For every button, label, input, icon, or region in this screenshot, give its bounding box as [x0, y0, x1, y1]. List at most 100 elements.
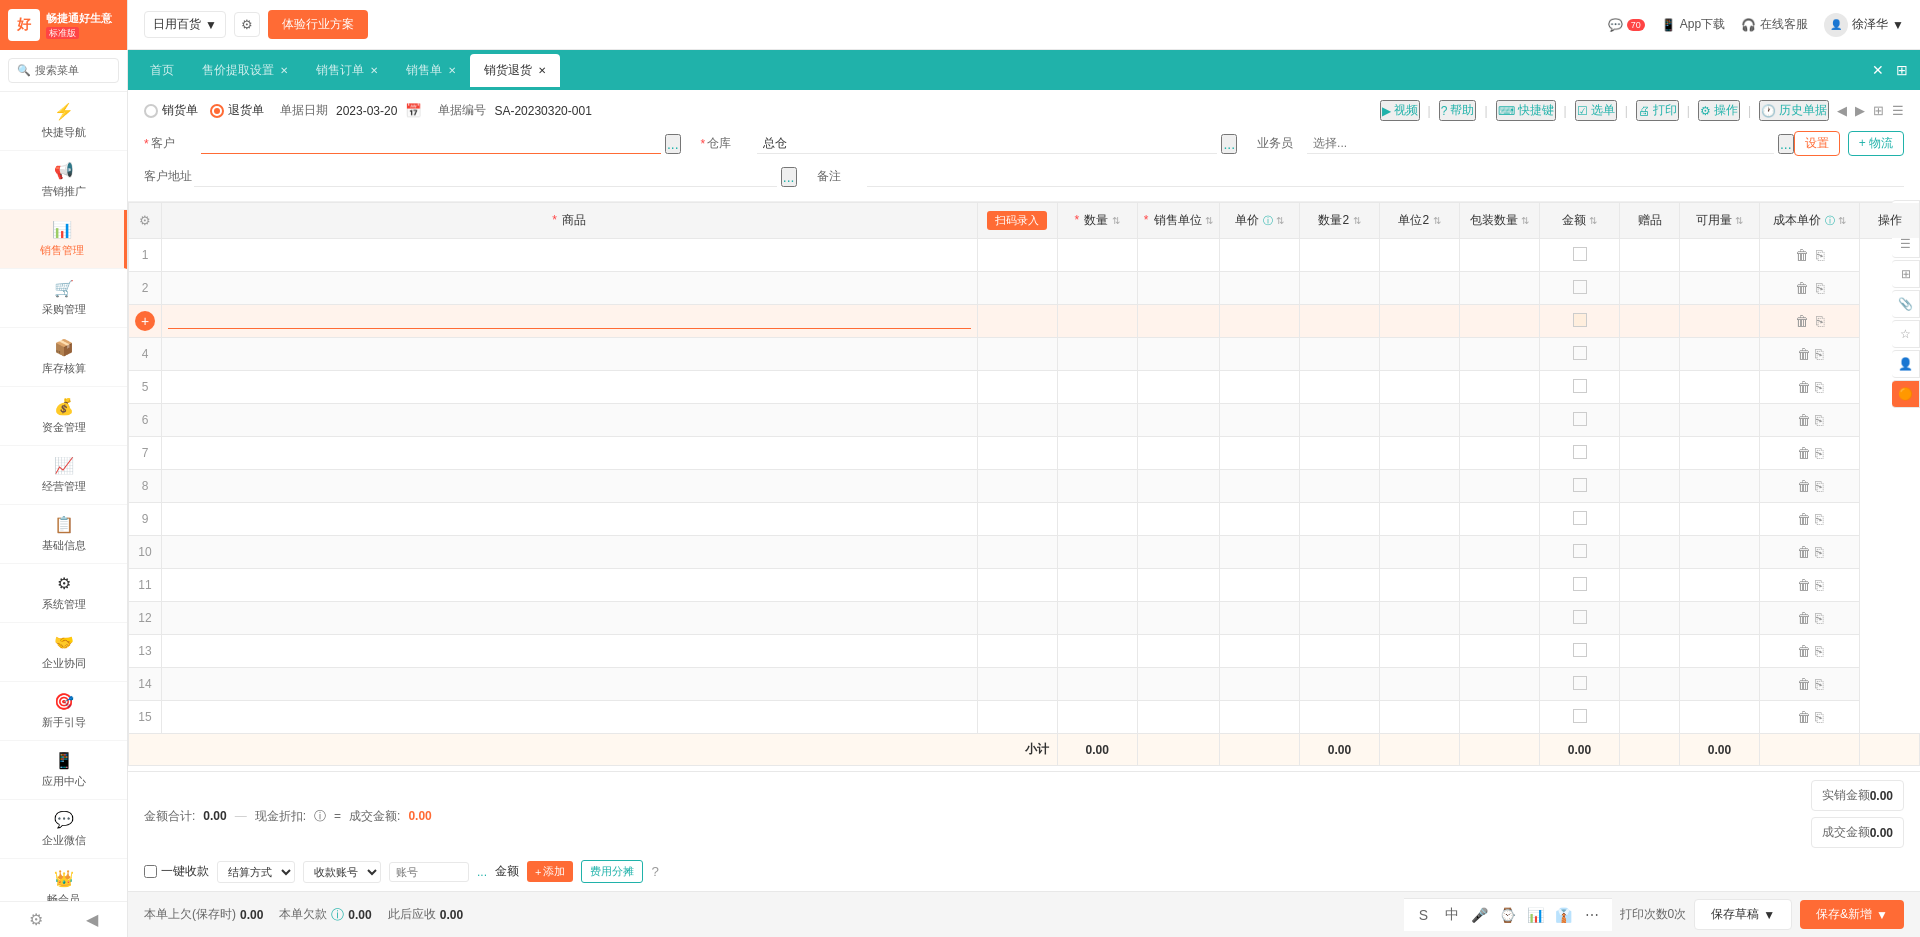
copy-row-14-btn[interactable]: ⎘	[1813, 674, 1825, 694]
history-action-btn[interactable]: 🕐 历史单据	[1759, 100, 1829, 121]
gift-checkbox-11[interactable]	[1573, 577, 1587, 591]
pkg-sort-icon[interactable]: ⇅	[1521, 215, 1529, 226]
amount-cell-2[interactable]	[1460, 272, 1540, 305]
copy-row-6-btn[interactable]: ⎘	[1813, 410, 1825, 430]
goods-cell-1[interactable]	[162, 239, 978, 272]
float-active-btn[interactable]: 🟠	[1892, 380, 1920, 408]
settings-btn[interactable]: 设置	[1794, 131, 1840, 156]
delete-row-1-btn[interactable]: 🗑	[1793, 245, 1811, 265]
goods-cell-3[interactable]	[162, 305, 978, 338]
taskbar-icon-3[interactable]: 🎤	[1468, 903, 1492, 927]
help-action-btn[interactable]: ? 帮助	[1439, 100, 1477, 121]
taskbar-icon-2[interactable]: 中	[1440, 903, 1464, 927]
gift-checkbox-1[interactable]	[1573, 247, 1587, 261]
app-download-btn[interactable]: 📱 App下载	[1661, 16, 1725, 33]
payment-help-btn[interactable]: ?	[651, 864, 658, 879]
taskbar-icon-4[interactable]: ⌚	[1496, 903, 1520, 927]
tab-close-sales[interactable]: ✕	[448, 65, 456, 76]
select-action-btn[interactable]: ☑ 选单	[1575, 100, 1617, 121]
amount-cell-3[interactable]	[1460, 305, 1540, 338]
delete-row-11-btn[interactable]: 🗑	[1795, 575, 1813, 595]
gift-checkbox-6[interactable]	[1573, 412, 1587, 426]
copy-row-13-btn[interactable]: ⎘	[1813, 641, 1825, 661]
tab-home[interactable]: 首页	[136, 54, 188, 87]
logistics-btn[interactable]: + 物流	[1848, 131, 1904, 156]
unit2-cell-3[interactable]	[1300, 305, 1380, 338]
taskbar-icon-5[interactable]: 📊	[1524, 903, 1548, 927]
gift-checkbox-2[interactable]	[1573, 280, 1587, 294]
return-bill-radio[interactable]: 退货单	[210, 102, 264, 119]
shortcut-action-btn[interactable]: ⌨ 快捷键	[1496, 100, 1556, 121]
tab-expand-btn[interactable]: ⊞	[1892, 60, 1912, 80]
copy-row-10-btn[interactable]: ⎘	[1813, 542, 1825, 562]
sidebar-item-purchase[interactable]: 🛒 采购管理	[0, 269, 127, 328]
account-number-input[interactable]	[389, 862, 469, 882]
goods-input-1[interactable]	[168, 248, 971, 263]
qty2-sort-icon[interactable]: ⇅	[1353, 215, 1361, 226]
delete-row-3-btn[interactable]: 🗑	[1793, 311, 1811, 331]
pkg-qty-cell-3[interactable]	[1380, 305, 1460, 338]
settlement-method-select[interactable]: 结算方式	[217, 861, 295, 883]
price-info-icon[interactable]: ⓘ	[1263, 215, 1273, 226]
sales-unit-cell-1[interactable]	[1057, 239, 1137, 272]
unit-price-cell-3[interactable]	[1137, 305, 1219, 338]
sidebar-item-apps[interactable]: 📱 应用中心	[0, 741, 127, 800]
gift-checkbox-3[interactable]	[1573, 313, 1587, 327]
sidebar-item-shortcut[interactable]: ⚡ 快捷导航	[0, 92, 127, 151]
delete-row-10-btn[interactable]: 🗑	[1795, 542, 1813, 562]
warehouse-select-btn[interactable]: ...	[1221, 134, 1237, 154]
sidebar-item-inventory[interactable]: 📦 库存核算	[0, 328, 127, 387]
delete-row-7-btn[interactable]: 🗑	[1795, 443, 1813, 463]
tab-close-all-btn[interactable]: ✕	[1868, 60, 1888, 80]
customer-input[interactable]	[201, 133, 661, 154]
date-picker-btn[interactable]: 📅	[405, 103, 422, 118]
customer-select-btn[interactable]: ...	[665, 134, 681, 154]
experience-btn[interactable]: 体验行业方案	[268, 10, 368, 39]
pkg-qty-cell-1[interactable]	[1380, 239, 1460, 272]
remarks-input[interactable]	[867, 166, 1905, 187]
amount-sort-icon[interactable]: ⇅	[1589, 215, 1597, 226]
sales-unit-cell-3[interactable]	[1057, 305, 1137, 338]
save-draft-btn[interactable]: 保存草稿 ▼	[1694, 899, 1792, 930]
gift-checkbox-9[interactable]	[1573, 511, 1587, 525]
delete-row-8-btn[interactable]: 🗑	[1795, 476, 1813, 496]
address-input[interactable]	[194, 166, 777, 187]
sidebar-item-operations[interactable]: 📈 经营管理	[0, 446, 127, 505]
available-sort-icon[interactable]: ⇅	[1735, 215, 1743, 226]
settings-gear-btn[interactable]: ⚙	[234, 12, 260, 37]
copy-row-15-btn[interactable]: ⎘	[1813, 707, 1825, 727]
qty-cell-3[interactable]	[977, 305, 1057, 338]
gift-checkbox-10[interactable]	[1573, 544, 1587, 558]
copy-row-3-btn[interactable]: ⎘	[1814, 311, 1826, 331]
copy-row-9-btn[interactable]: ⎘	[1813, 509, 1825, 529]
address-select-btn[interactable]: ...	[781, 167, 797, 187]
account-method-select[interactable]: 收款账号	[303, 861, 381, 883]
cost-info-icon[interactable]: ⓘ	[1825, 215, 1835, 226]
goods-cell-2[interactable]	[162, 272, 978, 305]
copy-row-2-btn[interactable]: ⎘	[1814, 278, 1826, 298]
taskbar-icon-7[interactable]: ⋯	[1580, 903, 1604, 927]
sales-unit-cell-2[interactable]	[1057, 272, 1137, 305]
print-action-btn[interactable]: 🖨 打印	[1636, 100, 1679, 121]
fee-split-btn[interactable]: 费用分摊	[581, 860, 643, 883]
sidebar-item-guide[interactable]: 🎯 新手引导	[0, 682, 127, 741]
float-expand-btn[interactable]: ⊞	[1892, 260, 1920, 288]
nav-next-btn[interactable]: ▶	[1855, 103, 1865, 118]
delete-row-2-btn[interactable]: 🗑	[1793, 278, 1811, 298]
gift-checkbox-14[interactable]	[1573, 676, 1587, 690]
cost-sort-icon[interactable]: ⇅	[1838, 215, 1846, 226]
delete-row-13-btn[interactable]: 🗑	[1795, 641, 1813, 661]
add-payment-btn[interactable]: + 添加	[527, 861, 573, 882]
cost-unit-cell-1[interactable]	[1680, 239, 1760, 272]
delete-row-4-btn[interactable]: 🗑	[1795, 344, 1813, 364]
unit2-sort-icon[interactable]: ⇅	[1433, 215, 1441, 226]
unit-price-cell-1[interactable]	[1137, 239, 1219, 272]
sidebar-collapse-btn[interactable]: ◀	[86, 910, 98, 929]
unit-price-cell-2[interactable]	[1137, 272, 1219, 305]
copy-row-8-btn[interactable]: ⎘	[1813, 476, 1825, 496]
qty-cell-2[interactable]	[977, 272, 1057, 305]
cost-unit-cell-3[interactable]	[1680, 305, 1760, 338]
float-star-btn[interactable]: ☆	[1892, 320, 1920, 348]
sidebar-item-basic[interactable]: 📋 基础信息	[0, 505, 127, 564]
copy-row-7-btn[interactable]: ⎘	[1813, 443, 1825, 463]
